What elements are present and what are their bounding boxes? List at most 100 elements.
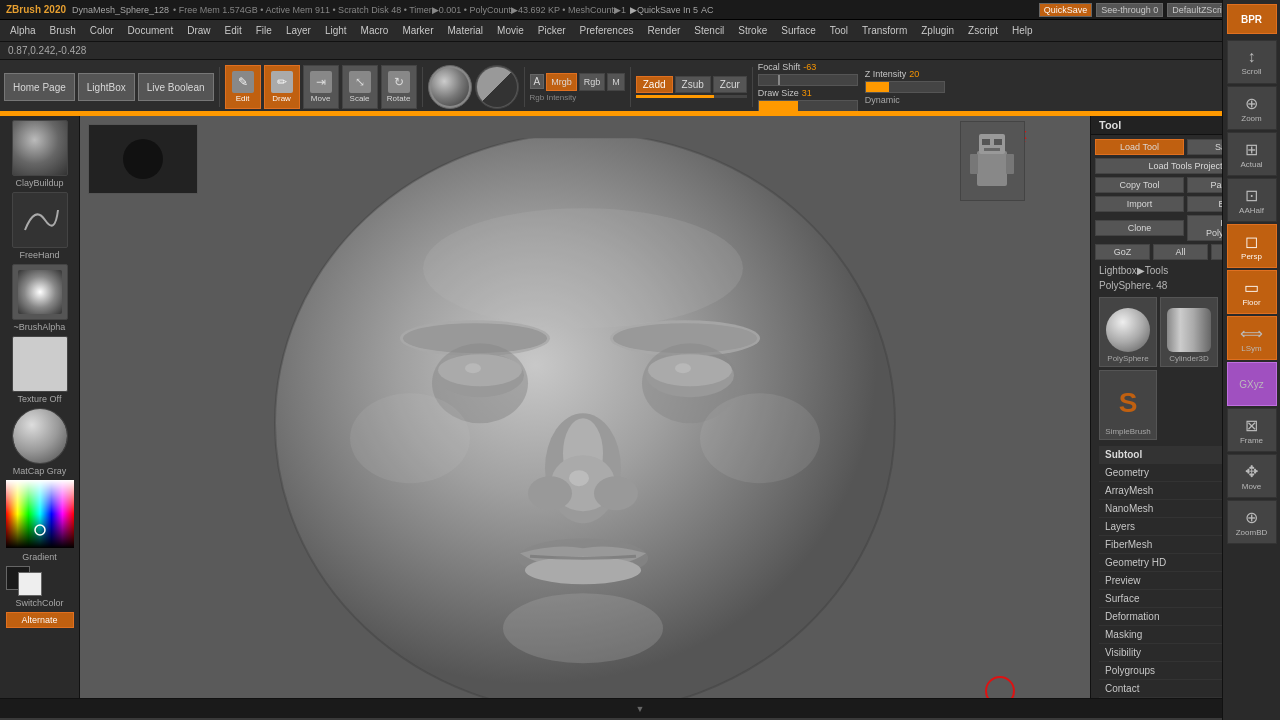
z-intensity-slider[interactable]: [865, 81, 945, 93]
svg-point-23: [569, 470, 589, 486]
import-button[interactable]: Import: [1095, 196, 1184, 212]
all-button[interactable]: All: [1153, 244, 1208, 260]
titlebar: ZBrush 2020 DynaMesh_Sphere_128 • Free M…: [0, 0, 1280, 20]
menu-item-draw[interactable]: Draw: [181, 23, 216, 38]
home-button[interactable]: Home Page: [4, 73, 75, 101]
menu-item-preferences[interactable]: Preferences: [574, 23, 640, 38]
freehand-brush[interactable]: FreeHand: [6, 192, 74, 260]
polysphere-thumbnail[interactable]: PolySphere: [1099, 297, 1157, 367]
bpr-button[interactable]: BPR: [1227, 4, 1277, 34]
floor-button[interactable]: ▭ Floor: [1227, 270, 1277, 314]
load-tool-button[interactable]: Load Tool: [1095, 139, 1184, 155]
viewport[interactable]: X Y Z: [80, 116, 1090, 698]
color-picker[interactable]: [6, 480, 74, 548]
head-svg: [225, 138, 945, 698]
zsub-button[interactable]: Zsub: [675, 76, 711, 93]
menu-item-edit[interactable]: Edit: [219, 23, 248, 38]
m-button[interactable]: M: [607, 73, 625, 91]
seethrough-button[interactable]: See-through 0: [1096, 3, 1163, 17]
menu-item-layer[interactable]: Layer: [280, 23, 317, 38]
focal-slider[interactable]: [758, 74, 858, 86]
menu-item-render[interactable]: Render: [642, 23, 687, 38]
menu-item-zscript[interactable]: Zscript: [962, 23, 1004, 38]
material-ball[interactable]: [428, 65, 472, 109]
coordbar: 0.87,0.242,-0.428: [0, 42, 1280, 60]
bottombar: ▼: [0, 698, 1280, 718]
ac-label: AC: [701, 5, 714, 15]
move-vp-button[interactable]: ✥ Move: [1227, 454, 1277, 498]
brush-alpha[interactable]: ~BrushAlpha: [6, 264, 74, 332]
aahalf-button[interactable]: ⊡ AAHalf: [1227, 178, 1277, 222]
live-boolean-button[interactable]: Live Boolean: [138, 73, 214, 101]
persp-button[interactable]: ◻ Persp: [1227, 224, 1277, 268]
separator-3: [524, 67, 525, 107]
z-intensity-label: Z Intensity: [865, 69, 907, 79]
move-button[interactable]: ⇥ Move: [303, 65, 339, 109]
focal-shift-value: -63: [803, 62, 816, 72]
clone-button[interactable]: Clone: [1095, 220, 1184, 236]
gxyz-button[interactable]: GXyz: [1227, 362, 1277, 406]
head-sculpture: [225, 138, 945, 698]
menu-item-marker[interactable]: Marker: [396, 23, 439, 38]
zcur-button[interactable]: Zcur: [713, 76, 747, 93]
menu-item-movie[interactable]: Movie: [491, 23, 530, 38]
frame-icon: ⊠: [1245, 416, 1258, 435]
mrgb-button[interactable]: Mrgb: [546, 73, 577, 91]
persp-icon: ◻: [1245, 232, 1258, 251]
polysphere-count: PolySphere. 48: [1099, 280, 1167, 291]
menu-item-zplugin[interactable]: Zplugin: [915, 23, 960, 38]
actual-button[interactable]: ⊞ Actual: [1227, 132, 1277, 176]
cylinder3d-thumbnail[interactable]: Cylinder3D: [1160, 297, 1218, 367]
toolbar-orange-line: [0, 111, 1280, 114]
menu-item-surface[interactable]: Surface: [775, 23, 821, 38]
menu-item-material[interactable]: Material: [442, 23, 490, 38]
menu-item-color[interactable]: Color: [84, 23, 120, 38]
floor-icon: ▭: [1244, 278, 1259, 297]
scroll-button[interactable]: ↕ Scroll: [1227, 40, 1277, 84]
texture-off[interactable]: Texture Off: [6, 336, 74, 404]
menu-item-alpha[interactable]: Alpha: [4, 23, 42, 38]
simplebrush-thumbnail[interactable]: S SimpleBrush: [1099, 370, 1157, 440]
secondary-color[interactable]: [18, 572, 42, 596]
menu-item-help[interactable]: Help: [1006, 23, 1039, 38]
zadd-button[interactable]: Zadd: [636, 76, 673, 93]
frame-button[interactable]: ⊠ Frame: [1227, 408, 1277, 452]
color-swap[interactable]: [6, 566, 46, 594]
clay-buildup-brush[interactable]: ClayBuildup: [6, 120, 74, 188]
menu-item-tool[interactable]: Tool: [824, 23, 854, 38]
material-half[interactable]: [475, 65, 519, 109]
main-area: ClayBuildup FreeHand ~BrushAlpha Texture…: [0, 116, 1280, 698]
menu-item-macro[interactable]: Macro: [355, 23, 395, 38]
rotate-button[interactable]: ↻ Rotate: [381, 65, 417, 109]
robot-head-svg: [965, 126, 1020, 196]
menu-item-stroke[interactable]: Stroke: [732, 23, 773, 38]
edit-button[interactable]: ✎ Edit: [225, 65, 261, 109]
menu-item-transform[interactable]: Transform: [856, 23, 913, 38]
menu-item-brush[interactable]: Brush: [44, 23, 82, 38]
zoom3d-button[interactable]: ⊕ ZoomBD: [1227, 500, 1277, 544]
quicksave-button[interactable]: QuickSave: [1039, 3, 1093, 17]
svg-point-29: [423, 208, 743, 328]
rgb-button[interactable]: Rgb: [579, 73, 606, 91]
menu-item-file[interactable]: File: [250, 23, 278, 38]
toolbar: Home Page LightBox Live Boolean ✎ Edit ✏…: [0, 60, 1280, 116]
freehand-icon: [20, 200, 60, 240]
goz-button[interactable]: GoZ: [1095, 244, 1150, 260]
freehand-label: FreeHand: [19, 250, 59, 260]
a-label: A: [530, 74, 545, 89]
menu-item-light[interactable]: Light: [319, 23, 353, 38]
lsym-button[interactable]: ⟺ LSym: [1227, 316, 1277, 360]
zoom-button[interactable]: ⊕ Zoom: [1227, 86, 1277, 130]
menu-item-document[interactable]: Document: [122, 23, 180, 38]
matcap-gray[interactable]: MatCap Gray: [6, 408, 74, 476]
alternate-button[interactable]: Alternate: [6, 612, 74, 628]
switch-colors: [6, 566, 74, 594]
menu-item-stencil[interactable]: Stencil: [688, 23, 730, 38]
switch-color-label: SwitchColor: [15, 598, 63, 608]
draw-button[interactable]: ✏ Draw: [264, 65, 300, 109]
scale-button[interactable]: ⤡ Scale: [342, 65, 378, 109]
lightbox-button[interactable]: LightBox: [78, 73, 135, 101]
copy-tool-button[interactable]: Copy Tool: [1095, 177, 1184, 193]
menu-item-picker[interactable]: Picker: [532, 23, 572, 38]
color-mode-group: A Mrgb Rgb M Rgb Intensity: [530, 73, 625, 102]
